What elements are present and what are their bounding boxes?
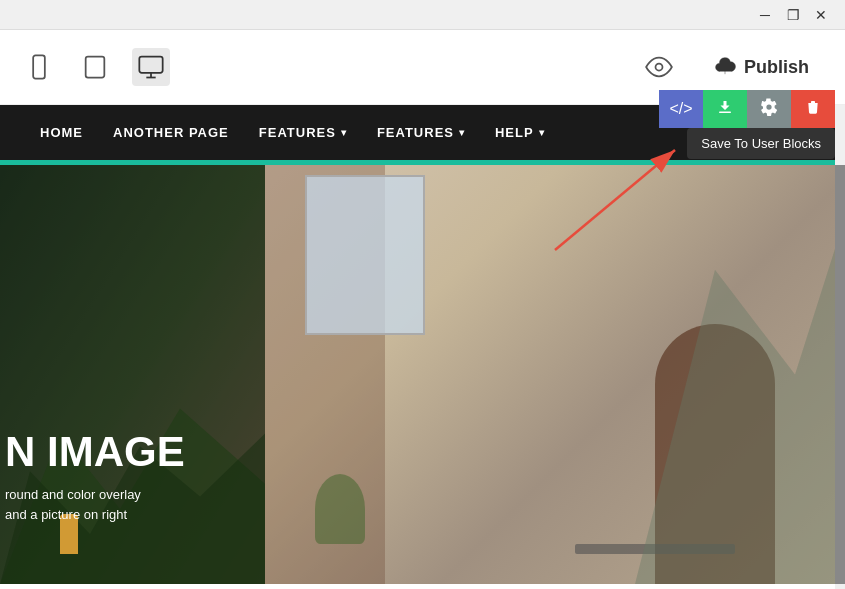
- nav-features-1-label: FEATURES: [259, 125, 336, 140]
- svg-line-10: [555, 150, 675, 250]
- nav-home-label: HOME: [40, 125, 83, 140]
- delete-button[interactable]: [791, 90, 835, 128]
- svg-marker-13: [635, 249, 835, 584]
- hero-subtitle-line1: round and color overlay: [5, 485, 185, 505]
- device-selector: [20, 48, 170, 86]
- svg-point-7: [655, 64, 662, 71]
- download-button[interactable]: [703, 90, 747, 128]
- hero-subtitle: round and color overlay and a picture on…: [5, 485, 185, 524]
- nav-features-1-arrow: ▾: [341, 127, 347, 138]
- close-button[interactable]: ✕: [807, 1, 835, 29]
- preview-button[interactable]: [640, 48, 678, 86]
- title-bar: ─ ❐ ✕: [0, 0, 845, 30]
- publish-label: Publish: [744, 57, 809, 78]
- cloud-upload-icon: [714, 54, 736, 81]
- hero-title: N IMAGE: [5, 431, 185, 473]
- nav-home[interactable]: HOME: [40, 125, 83, 140]
- svg-rect-8: [719, 112, 731, 114]
- nav-help-label: HELP: [495, 125, 534, 140]
- office-window: [305, 175, 425, 335]
- tooltip-text: Save To User Blocks: [701, 136, 821, 151]
- hero-section: N IMAGE round and color overlay and a pi…: [0, 165, 845, 584]
- arrow-indicator: [535, 130, 715, 264]
- desktop-view-button[interactable]: [132, 48, 170, 86]
- nav-another-page-label: another page: [113, 125, 229, 140]
- publish-button[interactable]: Publish: [698, 46, 825, 89]
- svg-rect-0: [33, 55, 45, 78]
- nav-features-1[interactable]: FEATURES ▾: [259, 125, 347, 140]
- action-buttons-container: </>: [659, 90, 835, 128]
- svg-rect-4: [139, 57, 162, 73]
- code-icon: </>: [669, 100, 692, 118]
- plant: [315, 474, 365, 544]
- settings-button[interactable]: [747, 90, 791, 128]
- hero-text-overlay: N IMAGE round and color overlay and a pi…: [5, 431, 185, 524]
- nav-features-2[interactable]: FEATURES ▾: [377, 125, 465, 140]
- settings-icon: [760, 98, 778, 120]
- delete-icon: [805, 98, 821, 120]
- nav-features-2-arrow: ▾: [459, 127, 465, 138]
- svg-rect-2: [86, 57, 105, 78]
- minimize-button[interactable]: ─: [751, 1, 779, 29]
- download-icon: [716, 98, 734, 120]
- tablet-view-button[interactable]: [76, 48, 114, 86]
- hero-subtitle-line2: and a picture on right: [5, 505, 185, 525]
- code-button[interactable]: </>: [659, 90, 703, 128]
- toolbar-right: Publish: [640, 46, 825, 89]
- maximize-button[interactable]: ❐: [779, 1, 807, 29]
- nav-another-page[interactable]: another page: [113, 125, 229, 140]
- mobile-view-button[interactable]: [20, 48, 58, 86]
- nav-features-2-label: FEATURES: [377, 125, 454, 140]
